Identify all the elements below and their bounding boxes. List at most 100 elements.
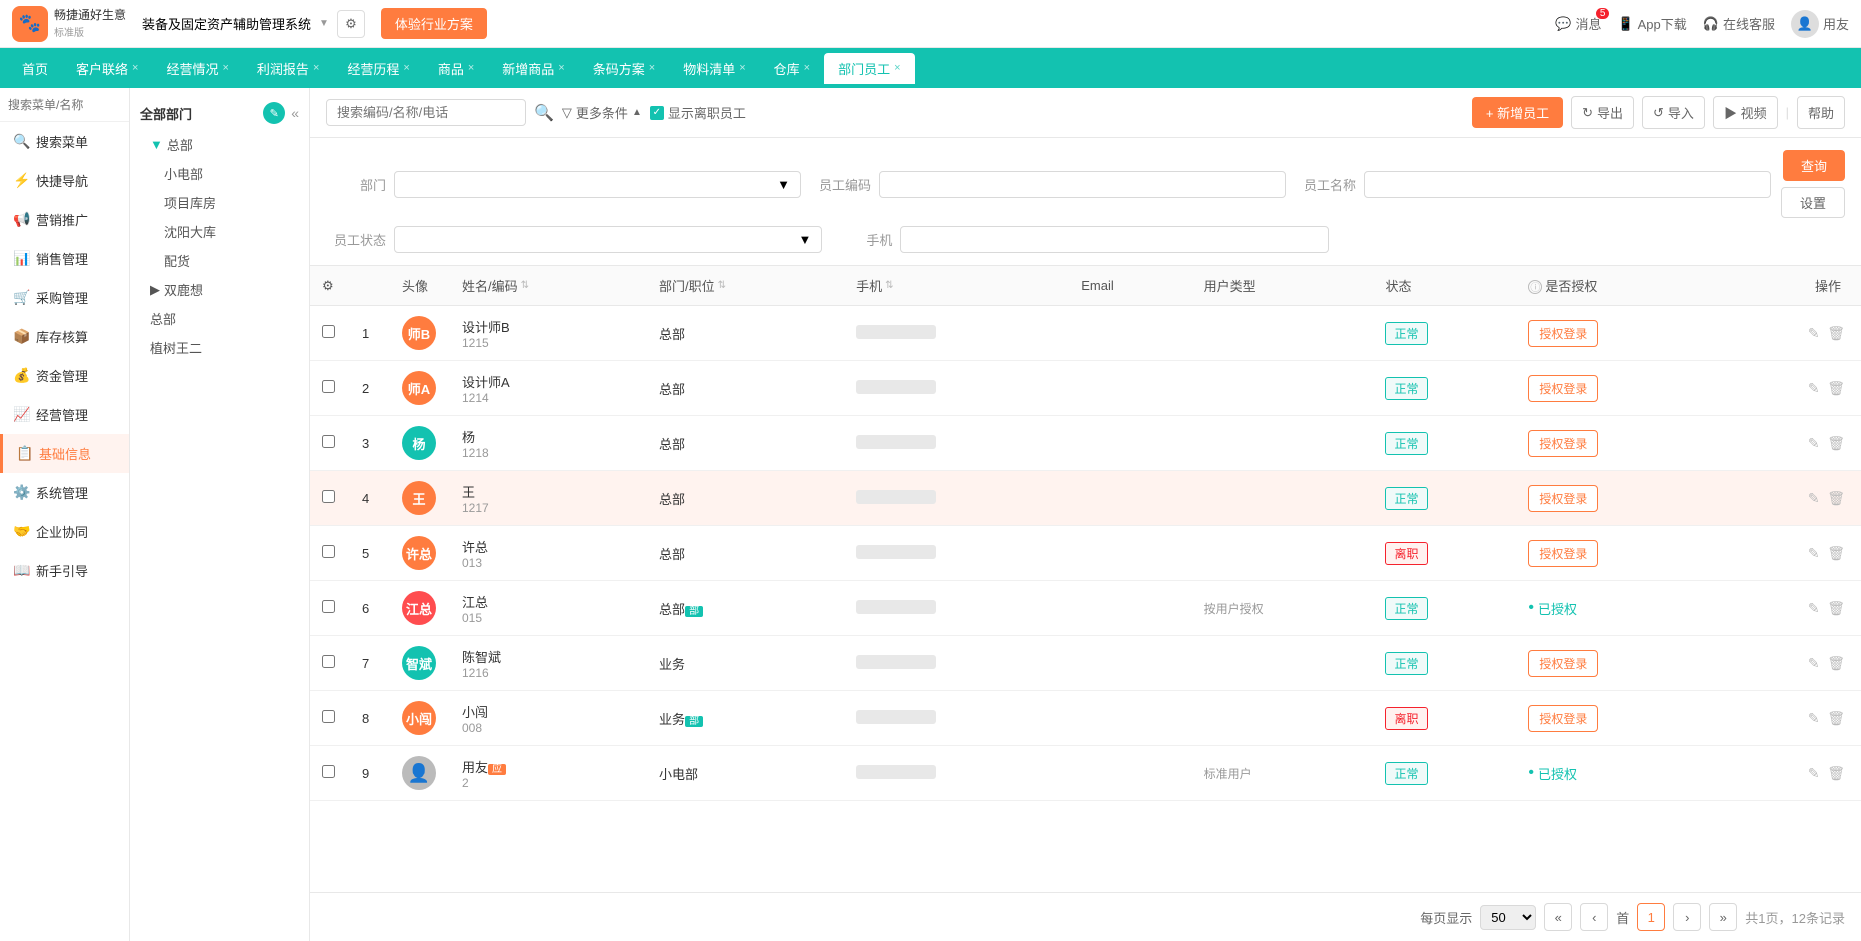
next-page-button[interactable]: › bbox=[1673, 903, 1701, 931]
tab-bom[interactable]: 物料清单 × bbox=[669, 53, 759, 84]
dept-node-headquarter[interactable]: ▼ 总部 bbox=[130, 130, 309, 159]
delete-button[interactable]: 🗑 bbox=[1827, 435, 1845, 451]
tab-customer[interactable]: 客户联络 × bbox=[62, 53, 152, 84]
row-checkbox[interactable] bbox=[310, 361, 350, 416]
search-input[interactable] bbox=[326, 99, 526, 126]
dept-collapse-button[interactable]: « bbox=[291, 105, 299, 121]
col-phone[interactable]: 手机 ⇅ bbox=[844, 266, 1069, 306]
col-dept[interactable]: 部门/职位 ⇅ bbox=[647, 266, 844, 306]
dept-node-zhishu[interactable]: 植树王二 bbox=[130, 333, 309, 362]
tab-history[interactable]: 经营历程 × bbox=[333, 53, 423, 84]
app-download-button[interactable]: 📱 App下载 bbox=[1617, 14, 1686, 33]
dept-edit-button[interactable]: ✎ bbox=[263, 102, 285, 124]
col-phone-sort[interactable]: 手机 ⇅ bbox=[856, 276, 1057, 295]
edit-button[interactable]: ✎ bbox=[1808, 325, 1820, 341]
col-name[interactable]: 姓名/编码 ⇅ bbox=[450, 266, 647, 306]
col-dept-sort[interactable]: 部门/职位 ⇅ bbox=[659, 276, 832, 295]
dept-node-zongbu[interactable]: 总部 bbox=[130, 304, 309, 333]
message-button[interactable]: 💬 消息 5 bbox=[1555, 14, 1601, 33]
edit-button[interactable]: ✎ bbox=[1808, 435, 1820, 451]
tab-management[interactable]: 经营情况 × bbox=[152, 53, 242, 84]
prev-page-button[interactable]: ‹ bbox=[1580, 903, 1608, 931]
row-checkbox[interactable] bbox=[310, 746, 350, 801]
nav-home[interactable]: 首页 bbox=[8, 53, 62, 84]
sidebar-item-marketing[interactable]: 📢 营销推广 bbox=[0, 200, 129, 239]
sidebar-item-inventory[interactable]: 📦 库存核算 bbox=[0, 317, 129, 356]
first-page-button[interactable]: « bbox=[1544, 903, 1572, 931]
add-employee-button[interactable]: + 新增员工 bbox=[1472, 97, 1563, 128]
auth-button[interactable]: 授权登录 bbox=[1528, 430, 1598, 457]
sidebar-item-search[interactable]: 🔍 搜索菜单 bbox=[0, 122, 129, 161]
sidebar-item-business[interactable]: 📈 经营管理 bbox=[0, 395, 129, 434]
show-resigned-toggle[interactable]: ✓ 显示离职员工 bbox=[650, 103, 746, 122]
tab-management-close[interactable]: × bbox=[222, 62, 228, 74]
edit-button[interactable]: ✎ bbox=[1808, 765, 1820, 781]
filter-dept-select[interactable]: ▼ bbox=[394, 171, 801, 198]
search-button-filter[interactable]: 查询 bbox=[1783, 150, 1845, 181]
tab-employees[interactable]: 部门员工 × bbox=[824, 53, 914, 84]
tab-goods[interactable]: 商品 × bbox=[424, 53, 488, 84]
auth-button[interactable]: 授权登录 bbox=[1528, 650, 1598, 677]
more-filter-button[interactable]: ▽ 更多条件 ▲ bbox=[562, 103, 642, 122]
gear-button[interactable]: ⚙ bbox=[337, 10, 365, 38]
sidebar-item-guide[interactable]: 📖 新手引导 bbox=[0, 551, 129, 590]
tab-goods-close[interactable]: × bbox=[468, 62, 474, 74]
col-name-sort[interactable]: 姓名/编码 ⇅ bbox=[462, 276, 635, 295]
delete-button[interactable]: 🗑 bbox=[1827, 380, 1845, 396]
delete-button[interactable]: 🗑 bbox=[1827, 325, 1845, 341]
set-button[interactable]: 设置 bbox=[1781, 187, 1845, 218]
tab-barcode-close[interactable]: × bbox=[649, 62, 655, 74]
delete-button[interactable]: 🗑 bbox=[1827, 710, 1845, 726]
tab-add-goods[interactable]: 新增商品 × bbox=[488, 53, 578, 84]
export-button[interactable]: ↻ 导出 bbox=[1571, 96, 1634, 129]
tab-customer-close[interactable]: × bbox=[132, 62, 138, 74]
auth-button[interactable]: 授权登录 bbox=[1528, 485, 1598, 512]
row-checkbox[interactable] bbox=[310, 691, 350, 746]
service-button[interactable]: 🎧 在线客服 bbox=[1703, 14, 1775, 33]
dept-subnode-xiadianbu[interactable]: 小电部 bbox=[130, 159, 309, 188]
edit-button[interactable]: ✎ bbox=[1808, 490, 1820, 506]
row-checkbox[interactable] bbox=[310, 636, 350, 691]
auth-button[interactable]: 授权登录 bbox=[1528, 540, 1598, 567]
sidebar-search-input[interactable] bbox=[8, 98, 130, 112]
edit-button[interactable]: ✎ bbox=[1808, 655, 1820, 671]
row-checkbox[interactable] bbox=[310, 416, 350, 471]
row-checkbox[interactable] bbox=[310, 471, 350, 526]
sidebar-item-system[interactable]: ⚙️ 系统管理 bbox=[0, 473, 129, 512]
filter-phone-input[interactable] bbox=[900, 226, 1328, 253]
filter-code-input[interactable] bbox=[879, 171, 1286, 198]
current-page-button[interactable]: 1 bbox=[1637, 903, 1665, 931]
edit-button[interactable]: ✎ bbox=[1808, 545, 1820, 561]
dept-subnode-project[interactable]: 项目库房 bbox=[130, 188, 309, 217]
help-button[interactable]: 帮助 bbox=[1797, 96, 1845, 129]
edit-button[interactable]: ✎ bbox=[1808, 710, 1820, 726]
trial-button[interactable]: 体验行业方案 bbox=[381, 8, 487, 39]
delete-button[interactable]: 🗑 bbox=[1827, 600, 1845, 616]
dept-node-shuanglu[interactable]: ▶ 双鹿想 bbox=[130, 275, 309, 304]
tab-warehouse-close[interactable]: × bbox=[804, 62, 810, 74]
tab-profit-close[interactable]: × bbox=[313, 62, 319, 74]
delete-button[interactable]: 🗑 bbox=[1827, 545, 1845, 561]
last-page-button[interactable]: » bbox=[1709, 903, 1737, 931]
search-button[interactable]: 🔍 bbox=[534, 103, 554, 123]
sidebar-item-sales[interactable]: 📊 销售管理 bbox=[0, 239, 129, 278]
sidebar-item-finance[interactable]: 💰 资金管理 bbox=[0, 356, 129, 395]
tab-warehouse[interactable]: 仓库 × bbox=[760, 53, 824, 84]
tab-add-goods-close[interactable]: × bbox=[558, 62, 564, 74]
auth-button[interactable]: 授权登录 bbox=[1528, 705, 1598, 732]
dept-subnode-peihu[interactable]: 配货 bbox=[130, 246, 309, 275]
tab-bom-close[interactable]: × bbox=[739, 62, 745, 74]
row-checkbox[interactable] bbox=[310, 306, 350, 361]
per-page-select[interactable]: 50 100 bbox=[1480, 905, 1536, 930]
filter-status-select[interactable]: ▼ bbox=[394, 226, 822, 253]
row-checkbox[interactable] bbox=[310, 526, 350, 581]
tab-employees-close[interactable]: × bbox=[894, 62, 900, 74]
tab-profit[interactable]: 利润报告 × bbox=[243, 53, 333, 84]
tab-barcode[interactable]: 条码方案 × bbox=[579, 53, 669, 84]
auth-button[interactable]: 授权登录 bbox=[1528, 375, 1598, 402]
dropdown-arrow-icon[interactable]: ▼ bbox=[319, 18, 329, 29]
delete-button[interactable]: 🗑 bbox=[1827, 655, 1845, 671]
import-button[interactable]: ↺ 导入 bbox=[1642, 96, 1705, 129]
delete-button[interactable]: 🗑 bbox=[1827, 490, 1845, 506]
view-button[interactable]: ▶ 视频 bbox=[1713, 96, 1778, 129]
